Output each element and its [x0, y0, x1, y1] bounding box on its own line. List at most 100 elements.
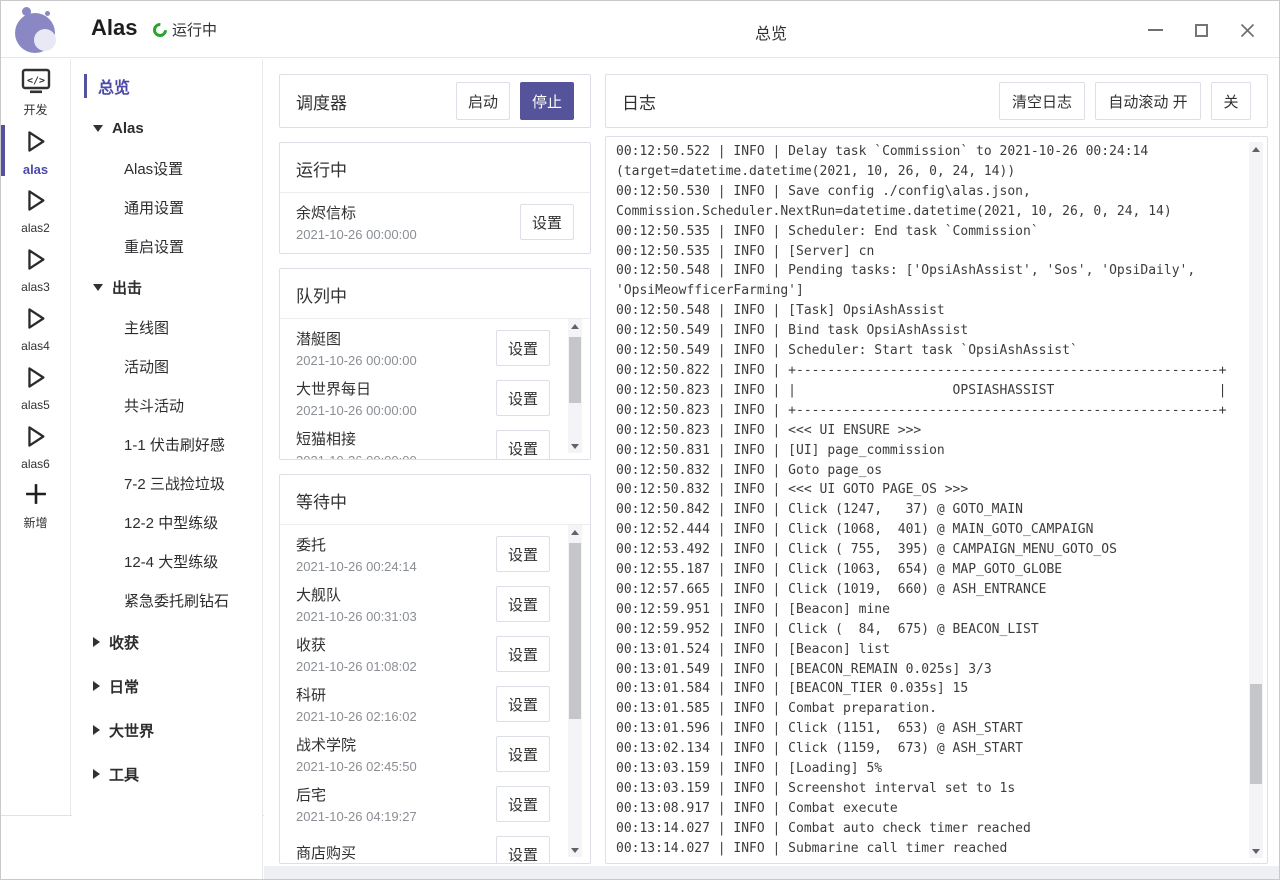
- rail-item-开发[interactable]: </>开发: [1, 63, 70, 122]
- task-list-scrollbar[interactable]: [568, 525, 582, 857]
- nav-item-1-1 伏击刷好感[interactable]: 1-1 伏击刷好感: [72, 425, 262, 464]
- task-info: 战术学院2021-10-26 02:45:50: [296, 734, 496, 774]
- task-next-run-time: 2021-10-26 00:00:00: [296, 353, 496, 368]
- task-info: 大舰队2021-10-26 00:31:03: [296, 584, 496, 624]
- nav-item-通用设置[interactable]: 通用设置: [72, 188, 262, 227]
- nav-group-Alas[interactable]: Alas: [72, 107, 262, 149]
- task-row: 大世界每日2021-10-26 00:00:00设置: [296, 373, 550, 423]
- nav-item-共斗活动[interactable]: 共斗活动: [72, 386, 262, 425]
- task-setting-button[interactable]: 设置: [496, 586, 550, 622]
- task-info: 科研2021-10-26 02:16:02: [296, 684, 496, 724]
- maximize-icon: [1195, 24, 1208, 37]
- nav-item-Alas设置[interactable]: Alas设置: [72, 149, 262, 188]
- task-list: 潜艇图2021-10-26 00:00:00设置大世界每日2021-10-26 …: [280, 319, 590, 460]
- task-info: 商店购买: [296, 842, 496, 865]
- task-setting-button[interactable]: 设置: [496, 536, 550, 572]
- task-setting-button[interactable]: 设置: [496, 330, 550, 366]
- task-name: 收获: [296, 634, 496, 655]
- scheduler-stop-button[interactable]: 停止: [520, 82, 574, 120]
- scroll-down-icon[interactable]: [568, 439, 582, 453]
- task-row: 科研2021-10-26 02:16:02设置: [296, 679, 550, 729]
- main-content: 调度器 启动 停止 运行中余烬信标2021-10-26 00:00:00设置队列…: [264, 59, 1279, 879]
- nav-item-7-2 三战捡垃圾[interactable]: 7-2 三战捡垃圾: [72, 464, 262, 503]
- close-button[interactable]: [1231, 14, 1263, 46]
- nav-group-工具[interactable]: 工具: [72, 752, 262, 796]
- nav-item-overview[interactable]: 总览: [72, 65, 262, 107]
- chevron-right-icon: [93, 725, 100, 735]
- log-scrollbar[interactable]: [1249, 142, 1263, 858]
- task-name: 余烬信标: [296, 202, 520, 223]
- task-name: 科研: [296, 684, 496, 705]
- nav-menu: 总览 AlasAlas设置通用设置重启设置出击主线图活动图共斗活动1-1 伏击刷…: [72, 59, 263, 879]
- minimize-button[interactable]: [1139, 14, 1171, 46]
- task-info: 后宅2021-10-26 04:19:27: [296, 784, 496, 824]
- rail-item-新增[interactable]: 新增: [1, 476, 70, 535]
- task-row: 余烬信标 2021-10-26 00:00:00设置: [296, 197, 574, 247]
- task-row: 短猫相接2021-10-26 00:00:00设置: [296, 423, 550, 460]
- rail-item-alas2[interactable]: alas2: [1, 181, 70, 240]
- nav-group-日常[interactable]: 日常: [72, 664, 262, 708]
- scroll-up-icon[interactable]: [568, 319, 582, 333]
- section-title: 等待中: [280, 475, 590, 525]
- nav-item-紧急委托刷钻石[interactable]: 紧急委托刷钻石: [72, 581, 262, 620]
- task-next-run-time: 2021-10-26 00:00:00: [296, 403, 496, 418]
- task-row: 潜艇图 2021-10-26 00:00:00设置: [296, 323, 550, 373]
- nav-item-活动图[interactable]: 活动图: [72, 347, 262, 386]
- nav-item-重启设置[interactable]: 重启设置: [72, 227, 262, 266]
- clear-log-button[interactable]: 清空日志: [999, 82, 1085, 120]
- scheduler-section-运行中: 运行中余烬信标2021-10-26 00:00:00设置: [279, 142, 591, 254]
- task-row: 收获2021-10-26 01:08:02设置: [296, 629, 550, 679]
- nav-group-出击[interactable]: 出击: [72, 266, 262, 308]
- rail-item-label: alas4: [21, 339, 50, 353]
- nav-group-label: 大世界: [109, 720, 154, 741]
- task-setting-button[interactable]: 设置: [496, 786, 550, 822]
- scrollbar-thumb[interactable]: [1250, 684, 1262, 784]
- scroll-up-icon[interactable]: [1249, 142, 1263, 156]
- task-name: 潜艇图: [296, 328, 496, 349]
- task-list-scrollbar[interactable]: [568, 319, 582, 453]
- rail-item-alas4[interactable]: alas4: [1, 299, 70, 358]
- page-title: 总览: [263, 20, 1279, 44]
- scroll-down-icon[interactable]: [1249, 844, 1263, 858]
- scroll-up-icon[interactable]: [568, 525, 582, 539]
- scrollbar-thumb[interactable]: [569, 337, 581, 403]
- autoscroll-on-button[interactable]: 自动滚动 开: [1095, 82, 1201, 120]
- nav-group-收获[interactable]: 收获: [72, 620, 262, 664]
- task-setting-button[interactable]: 设置: [496, 636, 550, 672]
- task-setting-button[interactable]: 设置: [520, 204, 574, 240]
- scroll-down-icon[interactable]: [568, 843, 582, 857]
- nav-item-主线图[interactable]: 主线图: [72, 308, 262, 347]
- task-setting-button[interactable]: 设置: [496, 836, 550, 864]
- task-setting-button[interactable]: 设置: [496, 430, 550, 460]
- main-horizontal-scrollbar[interactable]: [264, 866, 1279, 879]
- chevron-right-icon: [93, 637, 100, 647]
- task-next-run-time: 2021-10-26 00:00:00: [296, 227, 520, 242]
- nav-item-12-2 中型练级[interactable]: 12-2 中型练级: [72, 503, 262, 542]
- instance-rail: </>开发alasalas2alas3 alas4 alas5alas6 新增: [1, 59, 71, 879]
- rail-item-label: 新增: [23, 514, 47, 531]
- task-info: 余烬信标 2021-10-26 00:00:00: [296, 202, 520, 242]
- rail-item-alas6[interactable]: alas6: [1, 417, 70, 476]
- task-setting-button[interactable]: 设置: [496, 380, 550, 416]
- nav-item-12-4 大型练级[interactable]: 12-4 大型练级: [72, 542, 262, 581]
- task-name: 大舰队: [296, 584, 496, 605]
- nav-group-大世界[interactable]: 大世界: [72, 708, 262, 752]
- rail-item-alas3[interactable]: alas3: [1, 240, 70, 299]
- rail-item-alas[interactable]: alas: [1, 122, 70, 181]
- task-setting-button[interactable]: 设置: [496, 736, 550, 772]
- task-next-run-time: 2021-10-26 00:24:14: [296, 559, 496, 574]
- close-icon: [1239, 22, 1256, 39]
- log-text: 00:12:50.522 | INFO | Delay task `Commis…: [606, 137, 1267, 864]
- scheduler-start-button[interactable]: 启动: [456, 82, 510, 120]
- rail-item-alas5[interactable]: alas5: [1, 358, 70, 417]
- autoscroll-off-button[interactable]: 关: [1211, 82, 1251, 120]
- scrollbar-thumb[interactable]: [569, 543, 581, 719]
- log-output: 00:12:50.522 | INFO | Delay task `Commis…: [605, 136, 1268, 864]
- maximize-button[interactable]: [1185, 14, 1217, 46]
- scheduler-panel: 调度器 启动 停止 运行中余烬信标2021-10-26 00:00:00设置队列…: [279, 74, 591, 864]
- chevron-right-icon: [93, 769, 100, 779]
- status-text: 运行中: [172, 19, 217, 40]
- task-row: 委托2021-10-26 00:24:14设置: [296, 529, 550, 579]
- task-setting-button[interactable]: 设置: [496, 686, 550, 722]
- scheduler-section-等待中: 等待中委托2021-10-26 00:24:14设置大舰队2021-10-26 …: [279, 474, 591, 864]
